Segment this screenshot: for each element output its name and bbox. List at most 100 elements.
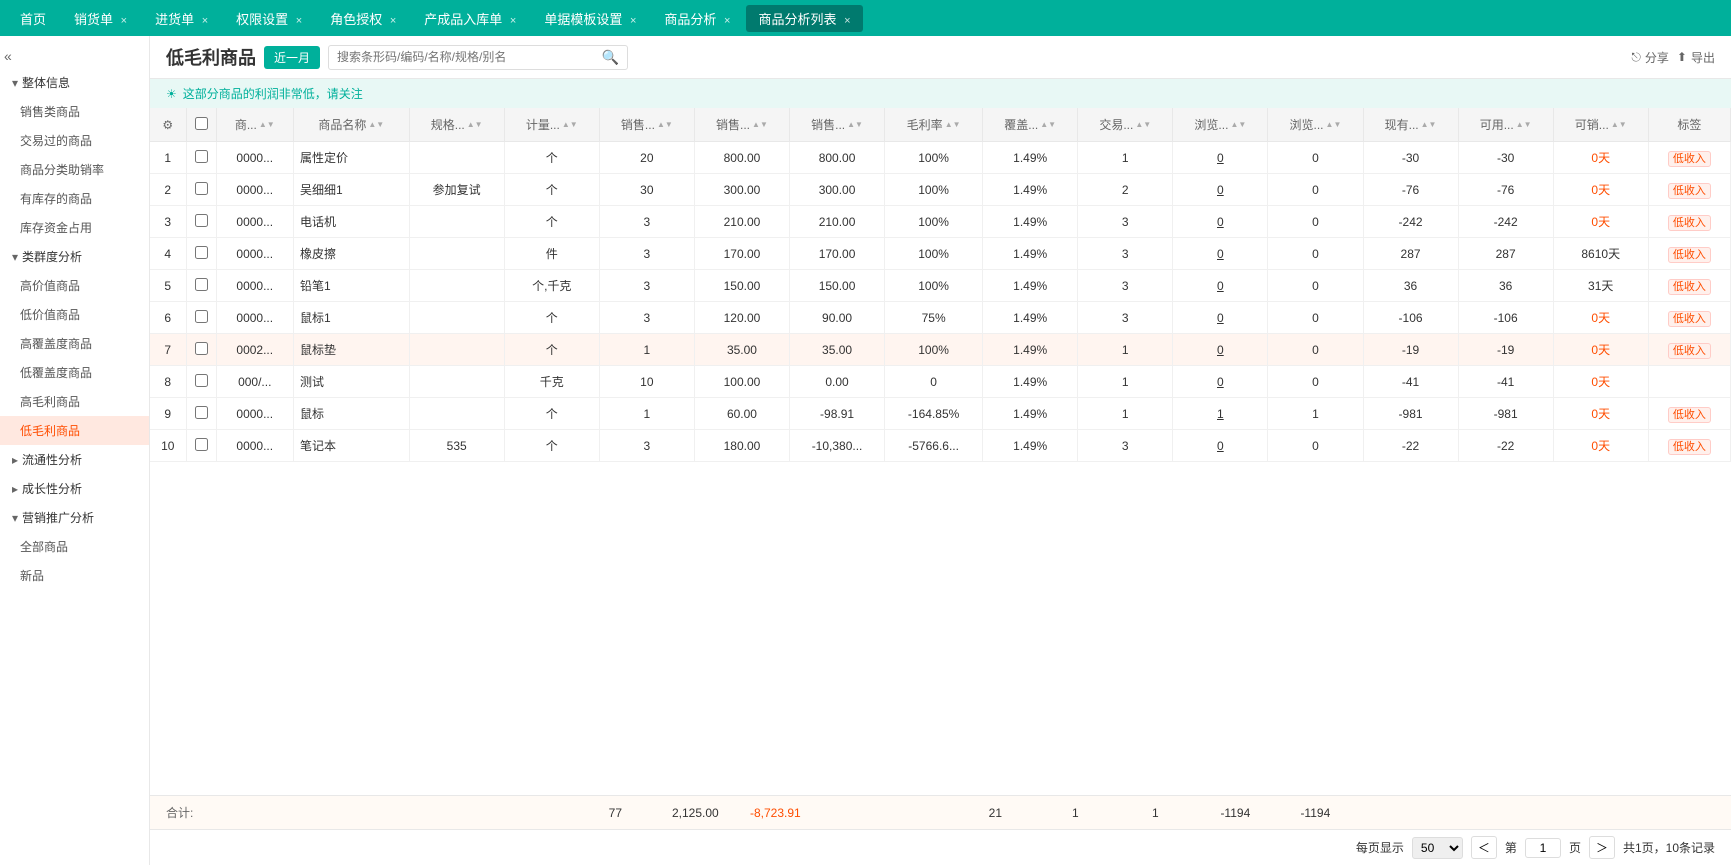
sidebar-item-sales-goods[interactable]: 销售类商品 — [0, 97, 149, 126]
cell-checkbox[interactable] — [186, 302, 216, 334]
sort-available-stock-icon[interactable]: ▲▼ — [1516, 121, 1532, 129]
nav-product-analysis-list[interactable]: 商品分析列表 × — [746, 5, 862, 32]
row-checkbox[interactable] — [195, 214, 208, 227]
cell-view1[interactable]: 0 — [1173, 206, 1268, 238]
row-checkbox[interactable] — [195, 342, 208, 355]
close-product-inbound-icon[interactable]: × — [510, 15, 516, 27]
cell-view1[interactable]: 0 — [1173, 142, 1268, 174]
sidebar-item-low-margin[interactable]: 低毛利商品 — [0, 416, 149, 445]
nav-product-analysis[interactable]: 商品分析 × — [652, 5, 742, 32]
sidebar-item-stock-capital[interactable]: 库存资金占用 — [0, 213, 149, 242]
sidebar-item-low-value[interactable]: 低价值商品 — [0, 300, 149, 329]
col-checkbox[interactable] — [186, 108, 216, 142]
sidebar-item-category-rate[interactable]: 商品分类助销率 — [0, 155, 149, 184]
cell-checkbox[interactable] — [186, 238, 216, 270]
filter-recent-month-btn[interactable]: 近一月 — [264, 46, 320, 69]
sidebar-group-marketing[interactable]: ▾ 营销推广分析 — [0, 503, 149, 532]
view1-value[interactable]: 0 — [1217, 311, 1224, 325]
col-available-stock[interactable]: 可用... ▲▼ — [1458, 108, 1553, 142]
nav-sales-order[interactable]: 销货单 × — [62, 5, 139, 32]
row-checkbox[interactable] — [195, 310, 208, 323]
search-icon[interactable]: 🔍 — [602, 49, 619, 66]
sort-unit-icon[interactable]: ▲▼ — [562, 121, 578, 129]
sidebar-group-cluster[interactable]: ▾ 类群度分析 — [0, 242, 149, 271]
cell-view1[interactable]: 0 — [1173, 430, 1268, 462]
sidebar-group-circulation[interactable]: ▸ 流通性分析 — [0, 445, 149, 474]
prev-page-btn[interactable]: ＜ — [1471, 836, 1497, 859]
cell-checkbox[interactable] — [186, 174, 216, 206]
sidebar-item-all-goods[interactable]: 全部商品 — [0, 532, 149, 561]
sort-current-stock-icon[interactable]: ▲▼ — [1421, 121, 1437, 129]
search-box[interactable]: 🔍 — [328, 45, 628, 70]
sort-saleable-days-icon[interactable]: ▲▼ — [1611, 121, 1627, 129]
close-sales-order-icon[interactable]: × — [121, 15, 127, 27]
sidebar-item-traded-goods[interactable]: 交易过的商品 — [0, 126, 149, 155]
col-code[interactable]: 商... ▲▼ — [216, 108, 294, 142]
view1-value[interactable]: 0 — [1217, 151, 1224, 165]
cell-checkbox[interactable] — [186, 270, 216, 302]
cell-checkbox[interactable] — [186, 206, 216, 238]
cell-checkbox[interactable] — [186, 142, 216, 174]
col-current-stock[interactable]: 现有... ▲▼ — [1363, 108, 1458, 142]
cell-view1[interactable]: 0 — [1173, 366, 1268, 398]
sort-name-icon[interactable]: ▲▼ — [368, 121, 384, 129]
nav-purchase-order[interactable]: 进货单 × — [143, 5, 220, 32]
sort-gross-margin-icon[interactable]: ▲▼ — [945, 121, 961, 129]
close-template-icon[interactable]: × — [630, 15, 636, 27]
sidebar-item-stocked-goods[interactable]: 有库存的商品 — [0, 184, 149, 213]
view1-value[interactable]: 0 — [1217, 215, 1224, 229]
row-checkbox[interactable] — [195, 278, 208, 291]
sidebar-group-growth[interactable]: ▸ 成长性分析 — [0, 474, 149, 503]
view1-value[interactable]: 0 — [1217, 439, 1224, 453]
col-saleable-days[interactable]: 可销... ▲▼ — [1553, 108, 1648, 142]
collapse-sidebar-btn[interactable]: « — [0, 44, 149, 68]
nav-home[interactable]: 首页 — [8, 5, 58, 32]
cell-view1[interactable]: 0 — [1173, 270, 1268, 302]
col-sales-profit[interactable]: 销售... ▲▼ — [790, 108, 885, 142]
page-number-input[interactable] — [1525, 838, 1561, 858]
select-all-checkbox[interactable] — [195, 117, 208, 130]
col-gross-margin[interactable]: 毛利率 ▲▼ — [885, 108, 983, 142]
view1-value[interactable]: 1 — [1217, 407, 1224, 421]
view1-value[interactable]: 0 — [1217, 183, 1224, 197]
settings-icon[interactable]: ⚙ — [162, 118, 173, 132]
cell-checkbox[interactable] — [186, 334, 216, 366]
sort-coverage-icon[interactable]: ▲▼ — [1040, 121, 1056, 129]
sort-view2-icon[interactable]: ▲▼ — [1326, 121, 1342, 129]
nav-role-auth[interactable]: 角色授权 × — [318, 5, 408, 32]
close-role-auth-icon[interactable]: × — [390, 15, 396, 27]
sort-code-icon[interactable]: ▲▼ — [259, 121, 275, 129]
nav-template-settings[interactable]: 单据模板设置 × — [532, 5, 648, 32]
col-coverage[interactable]: 覆盖... ▲▼ — [983, 108, 1078, 142]
sidebar-group-overall[interactable]: ▾ 整体信息 — [0, 68, 149, 97]
cell-view1[interactable]: 1 — [1173, 398, 1268, 430]
cell-view1[interactable]: 0 — [1173, 174, 1268, 206]
row-checkbox[interactable] — [195, 182, 208, 195]
next-page-btn[interactable]: ＞ — [1589, 836, 1615, 859]
sort-trade-count-icon[interactable]: ▲▼ — [1135, 121, 1151, 129]
col-sales-qty[interactable]: 销售... ▲▼ — [599, 108, 694, 142]
col-settings[interactable]: ⚙ — [150, 108, 186, 142]
col-view1[interactable]: 浏览... ▲▼ — [1173, 108, 1268, 142]
cell-view1[interactable]: 0 — [1173, 238, 1268, 270]
col-view2[interactable]: 浏览... ▲▼ — [1268, 108, 1363, 142]
row-checkbox[interactable] — [195, 246, 208, 259]
col-unit[interactable]: 计量... ▲▼ — [504, 108, 599, 142]
col-trade-count[interactable]: 交易... ▲▼ — [1078, 108, 1173, 142]
export-btn[interactable]: ⬆ 导出 — [1677, 49, 1715, 66]
page-size-select[interactable]: 50 10 20 100 — [1412, 837, 1463, 859]
share-btn[interactable]: ⎋ 分享 — [1631, 49, 1669, 66]
sidebar-item-high-value[interactable]: 高价值商品 — [0, 271, 149, 300]
cell-checkbox[interactable] — [186, 398, 216, 430]
nav-permission-settings[interactable]: 权限设置 × — [224, 5, 314, 32]
view1-value[interactable]: 0 — [1217, 343, 1224, 357]
close-purchase-order-icon[interactable]: × — [202, 15, 208, 27]
cell-view1[interactable]: 0 — [1173, 334, 1268, 366]
view1-value[interactable]: 0 — [1217, 247, 1224, 261]
view1-value[interactable]: 0 — [1217, 375, 1224, 389]
cell-checkbox[interactable] — [186, 366, 216, 398]
sidebar-item-high-coverage[interactable]: 高覆盖度商品 — [0, 329, 149, 358]
sidebar-item-new-goods[interactable]: 新品 — [0, 561, 149, 590]
close-product-analysis-list-icon[interactable]: × — [844, 15, 850, 27]
nav-product-inbound[interactable]: 产成品入库单 × — [412, 5, 528, 32]
